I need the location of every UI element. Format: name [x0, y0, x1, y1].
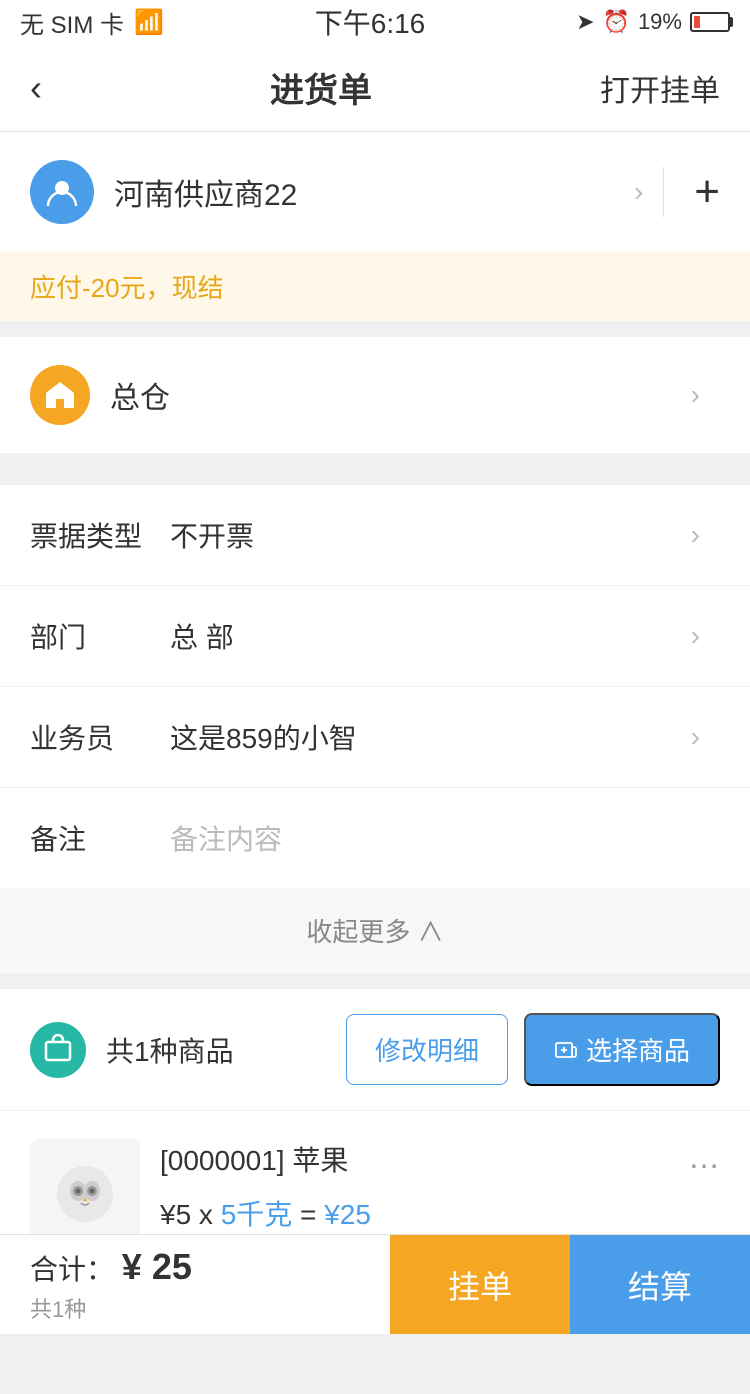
battery-icon [690, 12, 730, 32]
product-thumbnail [30, 1139, 140, 1249]
product-code: [0000001] [160, 1145, 292, 1176]
wifi-icon: 📶 [134, 8, 164, 37]
bottom-bar: 合计： ¥ 25 共1种 挂单 结算 [0, 1234, 750, 1334]
user-icon [44, 174, 80, 210]
total-price: ¥25 [324, 1199, 371, 1230]
cart-icon [42, 1034, 74, 1066]
choose-product-button[interactable]: 选择商品 [524, 1013, 720, 1086]
unit-price: ¥5 x [160, 1199, 221, 1230]
location-icon: ➤ [576, 9, 594, 35]
product-info: [0000001] 苹果 ¥5 x 5千克 = ¥25 [160, 1139, 688, 1233]
status-right: ➤ ⏰ 19% [576, 9, 730, 35]
nav-bar: ‹ 进货单 打开挂单 [0, 44, 750, 132]
salesperson-row[interactable]: 业务员 这是859的小智 › [0, 687, 750, 788]
status-left: 无 SIM 卡 📶 [20, 5, 164, 40]
product-title: 苹果 [292, 1145, 348, 1176]
notice-bar: 应付-20元，现结 [0, 252, 750, 321]
status-bar: 无 SIM 卡 📶 下午6:16 ➤ ⏰ 19% [0, 0, 750, 44]
product-name: [0000001] 苹果 [160, 1139, 688, 1179]
checkout-button[interactable]: 结算 [570, 1235, 750, 1334]
sim-status: 无 SIM 卡 [20, 5, 124, 40]
remark-row[interactable]: 备注 备注内容 [0, 788, 750, 888]
supplier-section: 河南供应商22 › + 应付-20元，现结 [0, 132, 750, 321]
open-hang-button[interactable]: 打开挂单 [600, 66, 720, 110]
product-count-icon [30, 1022, 86, 1078]
collapse-button[interactable]: 收起更多 ∧ [0, 888, 750, 973]
total-main: 合计： ¥ 25 [30, 1246, 360, 1288]
invoice-type-label: 票据类型 [30, 515, 170, 555]
warehouse-row[interactable]: 总仓 › [0, 337, 750, 453]
salesperson-value: 这是859的小智 [170, 717, 691, 757]
remark-label: 备注 [30, 818, 170, 858]
supplier-chevron-icon: › [634, 176, 643, 208]
battery-text: 19% [638, 9, 682, 35]
total-amount: ¥ 25 [122, 1246, 192, 1287]
total-label: 合计： [30, 1254, 114, 1285]
notice-text: 应付-20元，现结 [30, 273, 224, 303]
supplier-name: 河南供应商22 [114, 170, 634, 214]
add-product-icon [554, 1038, 578, 1062]
form-section: 票据类型 不开票 › 部门 总 部 › 业务员 这是859的小智 › 备注 备注… [0, 485, 750, 888]
invoice-type-value: 不开票 [170, 515, 691, 555]
status-time: 下午6:16 [315, 2, 426, 42]
invoice-type-chevron: › [691, 519, 700, 551]
dept-chevron: › [691, 620, 700, 652]
alarm-icon: ⏰ [603, 9, 630, 35]
total-sub: 共1种 [30, 1292, 360, 1324]
page-title: 进货单 [270, 63, 372, 112]
salesperson-label: 业务员 [30, 717, 170, 757]
vertical-divider [663, 167, 664, 217]
supplier-row[interactable]: 河南供应商22 › + [0, 132, 750, 252]
warehouse-icon [30, 365, 90, 425]
product-menu-button[interactable]: … [688, 1139, 720, 1176]
owl-logo [50, 1159, 120, 1229]
edit-detail-button[interactable]: 修改明细 [346, 1014, 508, 1085]
total-area: 合计： ¥ 25 共1种 [0, 1235, 390, 1334]
product-header: 共1种商品 修改明细 选择商品 [0, 989, 750, 1111]
supplier-avatar [30, 160, 94, 224]
dept-label: 部门 [30, 616, 170, 656]
add-button[interactable]: + [694, 170, 720, 214]
hang-button[interactable]: 挂单 [390, 1235, 570, 1334]
warehouse-label: 总仓 [110, 373, 691, 417]
equals: = [300, 1199, 324, 1230]
warehouse-section: 总仓 › [0, 337, 750, 453]
back-button[interactable]: ‹ [30, 67, 42, 109]
quantity: 5千克 [221, 1199, 293, 1230]
dept-value: 总 部 [170, 616, 691, 656]
product-count-text: 共1种商品 [106, 1030, 346, 1070]
remark-value: 备注内容 [170, 818, 720, 858]
dept-row[interactable]: 部门 总 部 › [0, 586, 750, 687]
invoice-type-row[interactable]: 票据类型 不开票 › [0, 485, 750, 586]
home-icon [43, 378, 77, 412]
choose-product-label: 选择商品 [586, 1031, 690, 1068]
product-price: ¥5 x 5千克 = ¥25 [160, 1193, 688, 1233]
warehouse-chevron-icon: › [691, 379, 700, 411]
salesperson-chevron: › [691, 721, 700, 753]
